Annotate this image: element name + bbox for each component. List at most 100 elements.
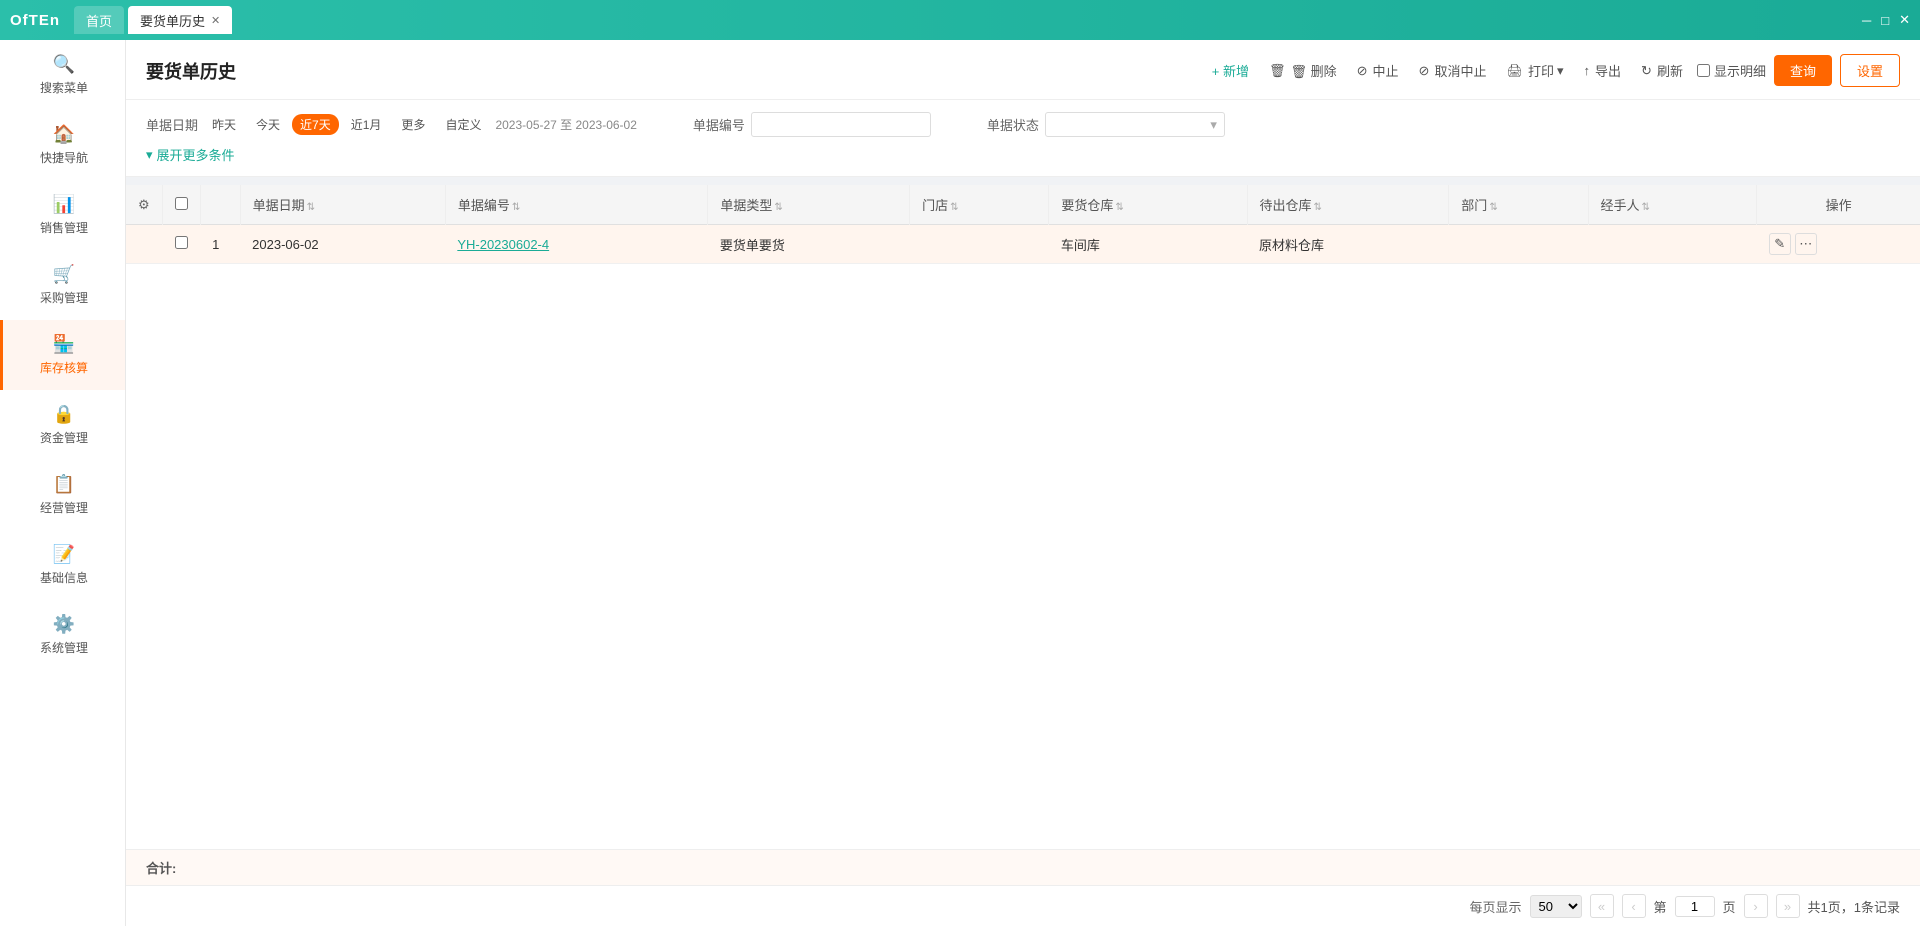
table-rownum-header	[200, 185, 240, 225]
top-bar: OfTEn 首页 要货单历史 ✕ ─ □ ✕	[0, 0, 1920, 40]
table-area: ⚙ 单据日期⇅ 单据编号⇅ 单据类型⇅	[126, 185, 1920, 849]
doc-no-input[interactable]	[751, 112, 931, 137]
tab-home[interactable]: 首页	[74, 6, 124, 34]
table-docno-header[interactable]: 单据编号⇅	[445, 185, 708, 225]
total-info: 共1页，1条记录	[1808, 897, 1900, 916]
store-sort-icon: ⇅	[950, 202, 958, 213]
cancel-stop-button[interactable]: ⊘ 取消中止	[1413, 57, 1493, 84]
sidebar-item-purchase-mgmt-label: 采购管理	[40, 289, 88, 306]
quick-nav-icon: 🏠	[53, 124, 75, 145]
row-action-cell: ✎ ⋯	[1757, 225, 1920, 264]
select-all-checkbox[interactable]	[175, 197, 188, 210]
page-label: 第	[1654, 897, 1667, 916]
status-select[interactable]	[1045, 112, 1225, 137]
export-icon: ↑	[1584, 63, 1591, 78]
chip-custom[interactable]: 自定义	[437, 114, 489, 135]
table-body: 1 2023-06-02 YH-20230602-4 要货单要货 车间库 原材料…	[126, 225, 1920, 264]
chip-today[interactable]: 今天	[248, 114, 288, 135]
table-checkbox-header	[162, 185, 200, 225]
row-checkbox-0[interactable]	[175, 236, 188, 249]
table-handler-header[interactable]: 经手人⇅	[1588, 185, 1757, 225]
sidebar-item-operations-mgmt[interactable]: 📋 经营管理	[0, 460, 125, 530]
docdate-sort-icon: ⇅	[307, 202, 315, 213]
prev-page-btn[interactable]: ‹	[1622, 894, 1646, 918]
refresh-button[interactable]: ↻ 刷新	[1635, 57, 1689, 84]
row-checkbox-cell	[162, 225, 200, 264]
delete-button[interactable]: 🗑 🗑 删除	[1263, 57, 1343, 84]
table-dept-header[interactable]: 部门⇅	[1449, 185, 1588, 225]
stop-button[interactable]: ⊘ 中止	[1351, 57, 1405, 84]
sidebar-item-search-menu[interactable]: 🔍 搜索菜单	[0, 40, 125, 110]
new-button[interactable]: + 新增	[1206, 57, 1255, 84]
footer-bar: 合计:	[126, 849, 1920, 885]
filter-group-docno: 单据编号	[693, 112, 931, 137]
export-button[interactable]: ↑ 导出	[1578, 57, 1628, 84]
sidebar-item-inventory[interactable]: 🏪 库存核算	[0, 320, 125, 390]
doc-no-filter-label: 单据编号	[693, 115, 745, 134]
doctype-sort-icon: ⇅	[774, 202, 782, 213]
maximize-btn[interactable]: □	[1881, 13, 1889, 28]
row-docno-cell[interactable]: YH-20230602-4	[445, 225, 708, 264]
sidebar-item-basic-info[interactable]: 📝 基础信息	[0, 530, 125, 600]
chip-1month[interactable]: 近1月	[343, 114, 390, 135]
table-docdate-header[interactable]: 单据日期⇅	[240, 185, 445, 225]
filter-row: 单据日期 昨天 今天 近7天 近1月 更多 自定义 2023-05-27 至 2…	[146, 112, 1900, 137]
chip-7days[interactable]: 近7天	[292, 114, 339, 135]
sidebar-item-quick-nav-label: 快捷导航	[40, 149, 88, 166]
table-pendingwarehouse-header[interactable]: 待出仓库⇅	[1247, 185, 1449, 225]
sidebar-item-system-mgmt[interactable]: ⚙️ 系统管理	[0, 600, 125, 670]
row-docdate-cell: 2023-06-02	[240, 225, 445, 264]
filter-bar: 单据日期 昨天 今天 近7天 近1月 更多 自定义 2023-05-27 至 2…	[126, 100, 1920, 177]
page-size-label: 每页显示	[1469, 897, 1521, 916]
table-store-header[interactable]: 门店⇅	[910, 185, 1049, 225]
page-size-select[interactable]: 50 20 100	[1530, 895, 1582, 918]
operations-mgmt-icon: 📋	[53, 474, 75, 495]
row-reqwarehouse-cell: 车间库	[1049, 225, 1247, 264]
show-detail-checkbox[interactable]	[1697, 64, 1710, 77]
page-title: 要货单历史	[146, 58, 236, 96]
show-detail-checkbox-label[interactable]: 显示明细	[1697, 61, 1766, 80]
tab-requisition-history[interactable]: 要货单历史 ✕	[128, 6, 232, 34]
sidebar-item-quick-nav[interactable]: 🏠 快捷导航	[0, 110, 125, 180]
topbar-right-controls: ─ □ ✕	[1862, 12, 1910, 28]
sidebar-item-finance-mgmt[interactable]: 🔒 资金管理	[0, 390, 125, 460]
sidebar: 🔍 搜索菜单 🏠 快捷导航 📊 销售管理 🛒 采购管理 🏪 库存核算 🔒 资金管…	[0, 40, 126, 926]
next-page-btn[interactable]: ›	[1744, 894, 1768, 918]
table-header-row: ⚙ 单据日期⇅ 单据编号⇅ 单据类型⇅	[126, 185, 1920, 225]
purchase-mgmt-icon: 🛒	[53, 264, 75, 285]
date-range-display: 2023-05-27 至 2023-06-02	[495, 116, 636, 133]
first-page-btn[interactable]: «	[1590, 894, 1614, 918]
query-button[interactable]: 查询	[1774, 55, 1832, 86]
filter-group-date: 单据日期 昨天 今天 近7天 近1月 更多 自定义 2023-05-27 至 2…	[146, 114, 637, 135]
docno-sort-icon: ⇅	[512, 202, 520, 213]
settings-button[interactable]: 设置	[1840, 54, 1900, 87]
brand-logo: OfTEn	[10, 12, 60, 29]
basic-info-icon: 📝	[53, 544, 75, 565]
pendingwarehouse-sort-icon: ⇅	[1314, 202, 1322, 213]
sidebar-item-purchase-mgmt[interactable]: 🛒 采购管理	[0, 250, 125, 320]
chip-more[interactable]: 更多	[393, 114, 433, 135]
chip-yesterday[interactable]: 昨天	[204, 114, 244, 135]
tab-close-icon[interactable]: ✕	[211, 14, 220, 27]
page-input[interactable]	[1675, 896, 1715, 917]
row-edit-btn[interactable]: ✎	[1769, 233, 1791, 255]
print-button[interactable]: 🖨 打印 ▾	[1500, 57, 1569, 84]
print-icon: 🖨	[1506, 63, 1523, 79]
row-dept-cell	[1449, 225, 1588, 264]
date-chips: 昨天 今天 近7天 近1月 更多 自定义	[204, 114, 489, 135]
minimize-btn[interactable]: ─	[1862, 13, 1871, 28]
delete-icon: 🗑	[1269, 63, 1286, 79]
row-pendingwarehouse-cell: 原材料仓库	[1247, 225, 1449, 264]
table-settings-header[interactable]: ⚙	[126, 185, 162, 225]
sidebar-item-operations-mgmt-label: 经营管理	[40, 499, 88, 516]
page-header: 要货单历史 + 新增 🗑 🗑 删除 ⊘ 中止 ⊘ 取消中止 🖨 打印	[126, 40, 1920, 100]
print-dropdown-icon: ▾	[1557, 63, 1564, 79]
close-btn[interactable]: ✕	[1899, 12, 1910, 28]
row-more-btn[interactable]: ⋯	[1795, 233, 1817, 255]
toolbar: + 新增 🗑 🗑 删除 ⊘ 中止 ⊘ 取消中止 🖨 打印 ▾	[1206, 54, 1900, 99]
table-doctype-header[interactable]: 单据类型⇅	[708, 185, 910, 225]
table-reqwarehouse-header[interactable]: 要货仓库⇅	[1049, 185, 1247, 225]
sidebar-item-sales-mgmt[interactable]: 📊 销售管理	[0, 180, 125, 250]
expand-more-btn[interactable]: ▾ 展开更多条件	[146, 145, 1900, 164]
last-page-btn[interactable]: »	[1776, 894, 1800, 918]
